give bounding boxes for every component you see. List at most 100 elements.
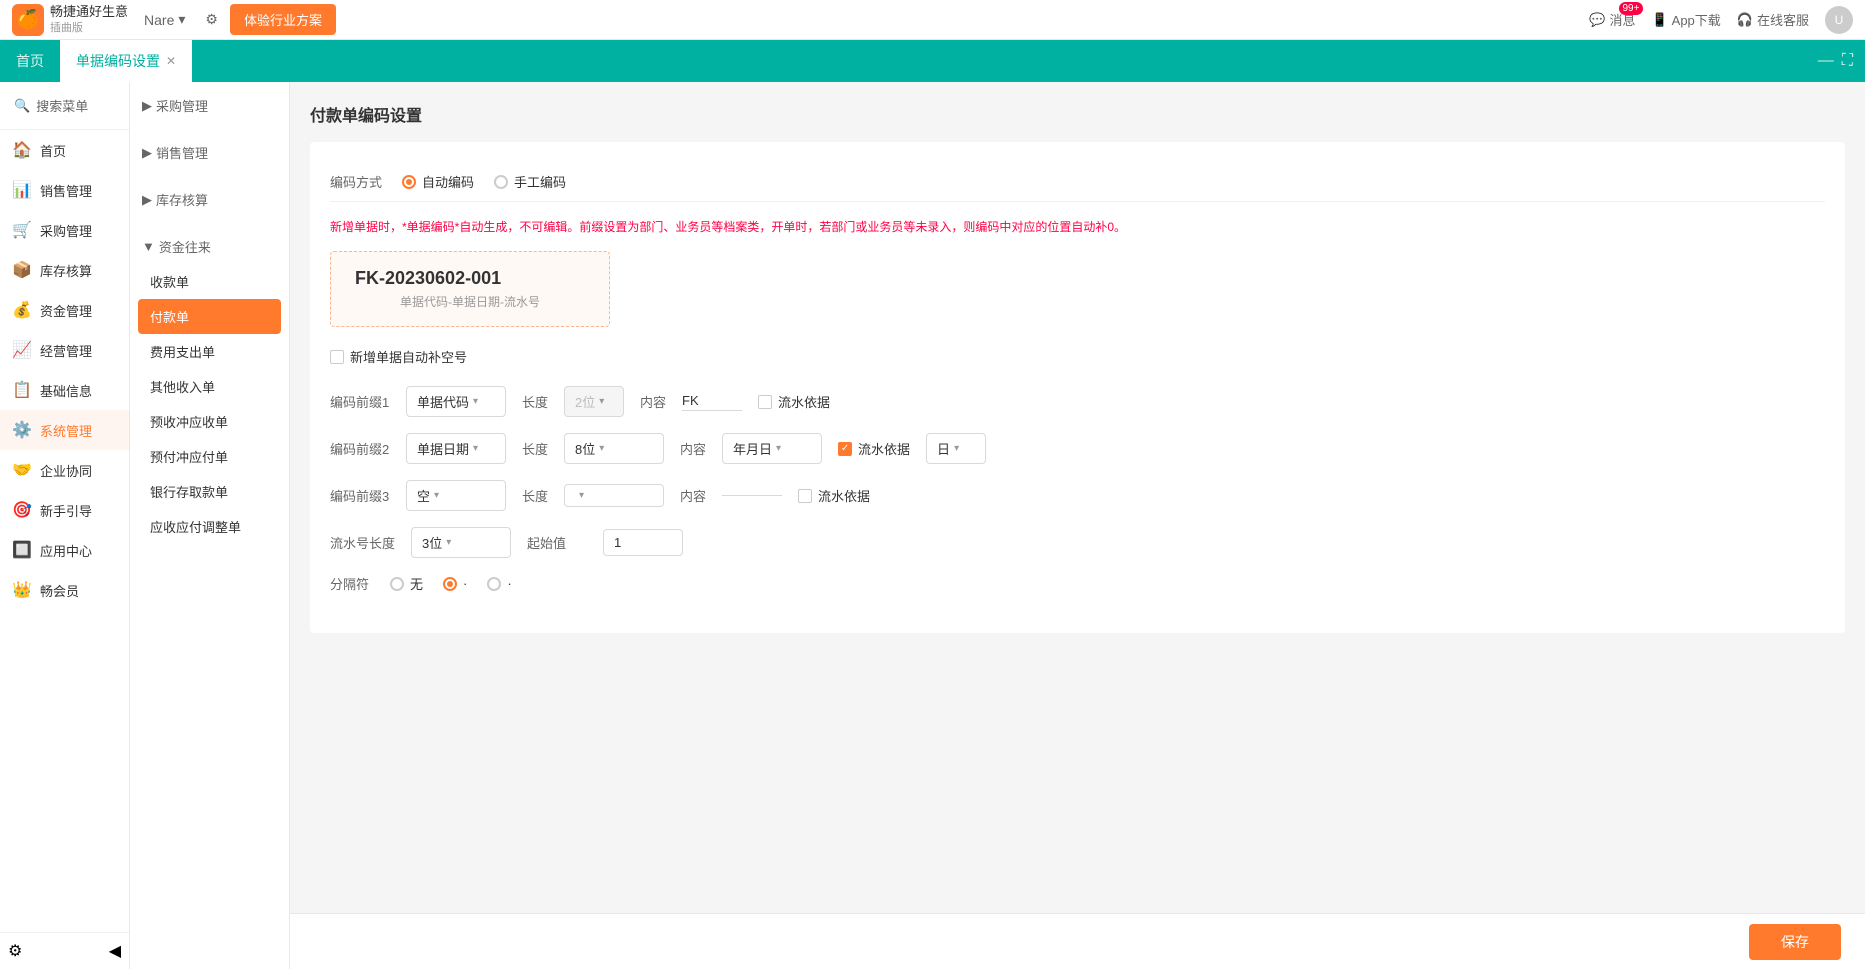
chevron-down-icon2: ▼ (142, 239, 155, 254)
chevron-right-icon: ▶ (142, 98, 152, 114)
user-avatar[interactable]: U (1825, 6, 1853, 34)
sidebar-item-operation[interactable]: 📈 经营管理 (0, 330, 129, 370)
tab-encode-label: 单据编码设置 (76, 51, 160, 71)
sep-dot-option[interactable]: · (443, 576, 467, 591)
member-icon: 👑 (12, 580, 32, 600)
sub-item-adjust[interactable]: 应收应付调整单 (130, 509, 289, 544)
sub-item-payment[interactable]: 付款单 (138, 299, 281, 334)
settings-bottom-icon[interactable]: ⚙ (8, 941, 22, 961)
auto-fill-row: 新增单据自动补空号 (330, 347, 1825, 366)
enterprise-icon: 🤝 (12, 460, 32, 480)
nav-label: Nare (144, 12, 174, 28)
service-btn[interactable]: 🎧 在线客服 (1737, 10, 1809, 29)
sub-header-fund[interactable]: ▼ 资金往来 (130, 229, 289, 264)
code-desc: 单据代码-单据日期-流水号 (355, 293, 585, 310)
prefix-row-1: 编码前缀1 单据代码 ▾ 长度 2位 ▾ 内容 FK 流水依据 (330, 386, 1825, 417)
top-bar-left: 🍊 畅捷通好生意 插曲版 Nare ▾ ⚙ 体验行业方案 (12, 4, 336, 36)
save-button[interactable]: 保存 (1749, 924, 1841, 960)
auto-fill-checkbox[interactable] (330, 350, 344, 364)
auto-encode-option[interactable]: 自动编码 (402, 172, 474, 191)
prefix1-value: 单据代码 (417, 392, 469, 411)
app-download-btn[interactable]: 📱 App下载 (1651, 10, 1720, 29)
prefix1-chevron: ▾ (473, 396, 478, 407)
search-icon: 🔍 (14, 98, 30, 114)
sidebar-operation-label: 经营管理 (40, 341, 92, 360)
code-example: FK-20230602-001 (355, 268, 585, 289)
sidebar-item-inventory[interactable]: 📦 库存核算 (0, 250, 129, 290)
sub-item-receipt[interactable]: 收款单 (130, 264, 289, 299)
sidebar-member-label: 畅会员 (40, 581, 79, 600)
inventory-icon: 📦 (12, 260, 32, 280)
manual-encode-option[interactable]: 手工编码 (494, 172, 566, 191)
sub-header-sales[interactable]: ▶ 销售管理 (130, 135, 289, 170)
maximize-icon[interactable]: ⛶ (1842, 52, 1853, 70)
service-label: 在线客服 (1757, 10, 1809, 29)
operation-icon: 📈 (12, 340, 32, 360)
auto-encode-radio[interactable] (402, 175, 416, 189)
message-icon: 💬 (1589, 12, 1605, 28)
sub-item-advance-pay[interactable]: 预付冲应付单 (130, 439, 289, 474)
tab-encode-settings[interactable]: 单据编码设置 ✕ (60, 40, 192, 82)
stream2-checkbox[interactable]: ✓ (838, 442, 852, 456)
sep-none-option[interactable]: 无 (390, 574, 423, 593)
sidebar-item-home[interactable]: 🏠 首页 (0, 130, 129, 170)
chevron-right-icon2: ▶ (142, 145, 152, 161)
manual-encode-radio[interactable] (494, 175, 508, 189)
settings-icon[interactable]: ⚙ (197, 7, 226, 32)
serial-length-select[interactable]: 3位 ▾ (411, 527, 511, 558)
sidebar-item-guide[interactable]: 🎯 新手引导 (0, 490, 129, 530)
serial-length-label: 流水号长度 (330, 533, 395, 552)
search-label: 搜索菜单 (36, 96, 88, 115)
stream3-checkbox[interactable] (798, 489, 812, 503)
tab-actions: — ⛶ (1818, 52, 1865, 70)
collapse-icon[interactable]: ◀ (109, 941, 121, 961)
search-menu-btn[interactable]: 🔍 搜索菜单 (8, 92, 121, 119)
brand-info: 畅捷通好生意 插曲版 (50, 4, 128, 36)
industry-btn[interactable]: 体验行业方案 (230, 4, 336, 35)
stream2-unit-chevron: ▾ (954, 443, 959, 454)
minimize-icon[interactable]: — (1818, 52, 1834, 70)
sidebar-item-sales[interactable]: 📊 销售管理 (0, 170, 129, 210)
sidebar-item-finance[interactable]: 💰 资金管理 (0, 290, 129, 330)
prefix3-select[interactable]: 空 ▾ (406, 480, 506, 511)
length1-chevron: ▾ (599, 396, 604, 407)
message-btn[interactable]: 💬 消息 99+ (1589, 10, 1635, 29)
start-value-input[interactable] (603, 529, 683, 556)
content2-select[interactable]: 年月日 ▾ (722, 433, 822, 464)
sep-none-radio[interactable] (390, 577, 404, 591)
sub-item-other-income[interactable]: 其他收入单 (130, 369, 289, 404)
stream1-checkbox[interactable] (758, 395, 772, 409)
prefix-row-2: 编码前缀2 单据日期 ▾ 长度 8位 ▾ 内容 年月日 ▾ ✓ 流水依据 (330, 433, 1825, 464)
length2-select[interactable]: 8位 ▾ (564, 433, 664, 464)
sub-header-purchase[interactable]: ▶ 采购管理 (130, 88, 289, 123)
prefix-row-3: 编码前缀3 空 ▾ 长度 ▾ 内容 流水依据 (330, 480, 1825, 511)
sub-item-bank[interactable]: 银行存取款单 (130, 474, 289, 509)
prefix1-label: 编码前缀1 (330, 392, 390, 411)
auto-fill-label: 新增单据自动补空号 (350, 347, 467, 366)
separator-row: 分隔符 无 · · (330, 574, 1825, 593)
prefix1-select[interactable]: 单据代码 ▾ (406, 386, 506, 417)
sidebar-guide-label: 新手引导 (40, 501, 92, 520)
prefix2-select[interactable]: 单据日期 ▾ (406, 433, 506, 464)
sub-item-advance-recv[interactable]: 预收冲应收单 (130, 404, 289, 439)
sidebar-item-system[interactable]: ⚙️ 系统管理 (0, 410, 129, 450)
sep-dot-radio[interactable] (443, 577, 457, 591)
sep-dot2-radio[interactable] (487, 577, 501, 591)
sep-dot2-option[interactable]: · (487, 576, 511, 591)
sidebar-item-member[interactable]: 👑 畅会员 (0, 570, 129, 610)
sidebar-item-purchase[interactable]: 🛒 采购管理 (0, 210, 129, 250)
sidebar-item-enterprise[interactable]: 🤝 企业协同 (0, 450, 129, 490)
tab-close-icon[interactable]: ✕ (166, 54, 176, 68)
layout: 🔍 搜索菜单 🏠 首页 📊 销售管理 🛒 采购管理 📦 库存核算 💰 资金管理 … (0, 82, 1865, 969)
tab-home[interactable]: 首页 (0, 40, 60, 82)
stream2-unit-select[interactable]: 日 ▾ (926, 433, 986, 464)
length3-select[interactable]: ▾ (564, 484, 664, 507)
nav-dropdown[interactable]: Nare ▾ (136, 7, 193, 32)
content1-label: 内容 (640, 392, 666, 411)
length3-label: 长度 (522, 486, 548, 505)
sub-header-inventory[interactable]: ▶ 库存核算 (130, 182, 289, 217)
sidebar-item-basic[interactable]: 📋 基础信息 (0, 370, 129, 410)
apps-icon: 🔲 (12, 540, 32, 560)
sub-item-expense[interactable]: 费用支出单 (130, 334, 289, 369)
sidebar-item-apps[interactable]: 🔲 应用中心 (0, 530, 129, 570)
